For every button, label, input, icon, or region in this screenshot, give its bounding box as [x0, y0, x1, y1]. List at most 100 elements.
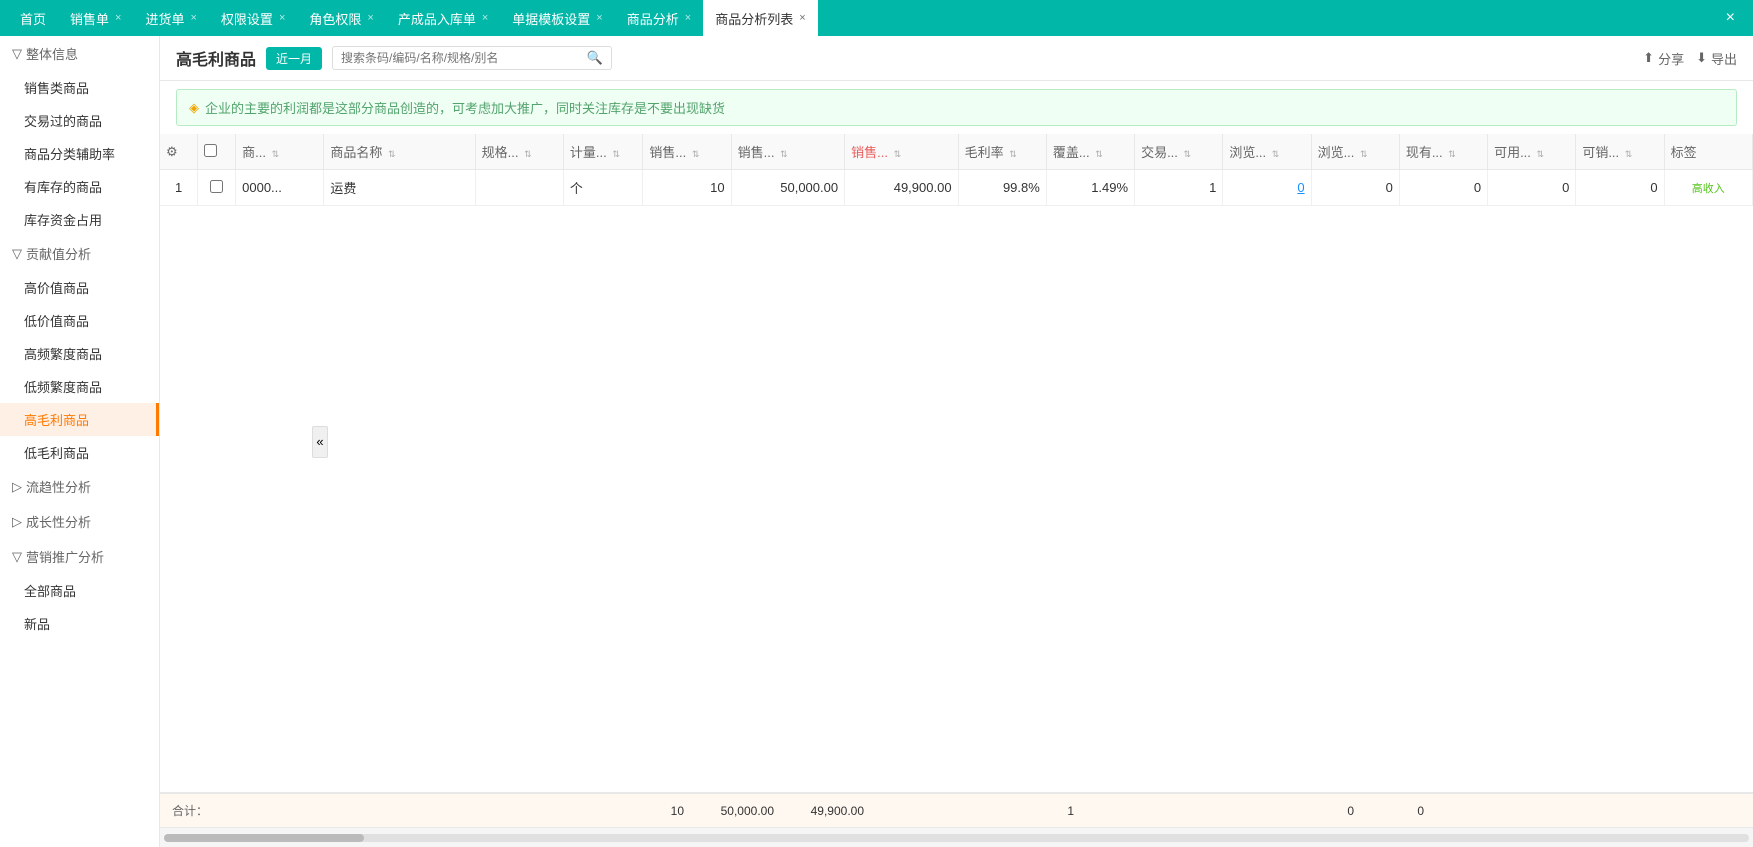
footer-spacer4 [560, 804, 620, 818]
sort-coverage-icon: ⇅ [1095, 149, 1103, 159]
table-container: ⚙ 商... ⇅ 商品名称 ⇅ 规格... [160, 134, 1753, 847]
nav-product-analysis-list[interactable]: 商品分析列表 × [703, 0, 817, 36]
sidebar-item-sales-products[interactable]: 销售类商品 [0, 71, 159, 104]
row-transaction: 1 [1135, 170, 1223, 206]
close-sales-order[interactable]: × [115, 12, 121, 24]
row-select-checkbox[interactable] [210, 180, 223, 193]
nav-role-permission[interactable]: 角色权限 × [297, 0, 385, 36]
share-icon: ⬆ [1643, 50, 1654, 66]
col-code[interactable]: 商... ⇅ [236, 134, 324, 170]
nav-sales-order[interactable]: 销售单 × [58, 0, 133, 36]
sidebar-collapse-button[interactable]: « [312, 426, 328, 458]
sidebar-item-all-products[interactable]: 全部商品 [0, 574, 159, 607]
page-title: 高毛利商品 [176, 46, 256, 70]
col-saleable[interactable]: 可销... ⇅ [1576, 134, 1664, 170]
col-sales-cost[interactable]: 销售... ⇅ [845, 134, 958, 170]
close-product-analysis[interactable]: × [685, 12, 691, 24]
nav-purchase-order[interactable]: 进货单 × [133, 0, 208, 36]
scrollbar-thumb[interactable] [164, 834, 364, 842]
search-icon[interactable]: 🔍 [587, 50, 603, 66]
sort-name-icon: ⇅ [388, 149, 396, 159]
sidebar-group-overall-info[interactable]: ▽ 整体信息 [0, 36, 159, 71]
sidebar-item-low-value[interactable]: 低价值商品 [0, 304, 159, 337]
top-navigation: 首页 销售单 × 进货单 × 权限设置 × 角色权限 × 产成品入库单 × 单据… [0, 0, 1753, 36]
sidebar-item-traded-products[interactable]: 交易过的商品 [0, 104, 159, 137]
search-box: 🔍 [332, 46, 612, 70]
nav-product-entry[interactable]: 产成品入库单 × [386, 0, 500, 36]
col-unit[interactable]: 计量... ⇅ [563, 134, 642, 170]
col-available[interactable]: 可用... ⇅ [1488, 134, 1576, 170]
arrow-trend-analysis: ▷ [12, 479, 22, 495]
sidebar-item-product-assist-rate[interactable]: 商品分类辅助率 [0, 137, 159, 170]
sort-sales-qty-icon: ⇅ [692, 149, 700, 159]
sidebar-item-stocked-products[interactable]: 有库存的商品 [0, 170, 159, 203]
col-settings[interactable]: ⚙ [160, 134, 198, 170]
horizontal-scrollbar[interactable] [160, 827, 1753, 847]
select-all-checkbox[interactable] [204, 144, 217, 157]
sort-spec-icon: ⇅ [524, 149, 532, 159]
nav-home[interactable]: 首页 [8, 0, 58, 36]
footer-spacer1 [280, 804, 380, 818]
sidebar-item-high-freq[interactable]: 高频繁度商品 [0, 337, 159, 370]
sort-browse2-icon: ⇅ [1360, 149, 1368, 159]
close-product-analysis-list[interactable]: × [799, 12, 805, 24]
col-browse2[interactable]: 浏览... ⇅ [1311, 134, 1399, 170]
sidebar-item-low-margin[interactable]: 低毛利商品 [0, 436, 159, 469]
nav-right: × [1716, 9, 1745, 27]
sidebar-item-new-products[interactable]: 新品 [0, 607, 159, 640]
row-sales-cost: 49,900.00 [845, 170, 958, 206]
sidebar-group-marketing-analysis[interactable]: ▽ 营销推广分析 [0, 539, 159, 574]
col-name[interactable]: 商品名称 ⇅ [324, 134, 475, 170]
col-current-stock[interactable]: 现有... ⇅ [1399, 134, 1487, 170]
search-input[interactable] [341, 51, 587, 65]
scrollbar-track[interactable] [164, 834, 1749, 842]
col-spec[interactable]: 规格... ⇅ [475, 134, 563, 170]
sort-sales-amount-icon: ⇅ [780, 149, 788, 159]
info-banner: ◈ 企业的主要的利润都是这部分商品创造的，可考虑加大推广，同时关注库存是不要出现… [176, 89, 1737, 126]
sidebar-item-high-value[interactable]: 高价值商品 [0, 271, 159, 304]
row-code: 0000... [236, 170, 324, 206]
sidebar-item-low-freq[interactable]: 低频繁度商品 [0, 370, 159, 403]
col-margin-rate[interactable]: 毛利率 ⇅ [958, 134, 1046, 170]
sidebar-group-wealth-analysis[interactable]: ▽ 贡献值分析 [0, 236, 159, 271]
sidebar-group-trend-analysis[interactable]: ▷ 流趋性分析 [0, 469, 159, 504]
col-sales-qty[interactable]: 销售... ⇅ [643, 134, 731, 170]
footer-spacer3 [500, 804, 560, 818]
close-purchase-order[interactable]: × [190, 12, 196, 24]
row-checkbox[interactable] [198, 170, 236, 206]
content-area: « 高毛利商品 近一月 🔍 ⬆ 分享 ⬇ 导出 ◈ [160, 36, 1753, 847]
col-checkbox[interactable] [198, 134, 236, 170]
content-header: 高毛利商品 近一月 🔍 ⬆ 分享 ⬇ 导出 [160, 36, 1753, 81]
sidebar-item-stock-capital[interactable]: 库存资金占用 [0, 203, 159, 236]
row-coverage: 1.49% [1046, 170, 1134, 206]
date-filter-button[interactable]: 近一月 [266, 47, 322, 70]
col-coverage[interactable]: 覆盖... ⇅ [1046, 134, 1134, 170]
row-name: 运费 [324, 170, 475, 206]
nav-permission-settings[interactable]: 权限设置 × [209, 0, 297, 36]
close-order-template[interactable]: × [596, 12, 602, 24]
nav-product-analysis[interactable]: 商品分析 × [615, 0, 703, 36]
close-role-permission[interactable]: × [367, 12, 373, 24]
row-unit: 个 [563, 170, 642, 206]
sort-unit-icon: ⇅ [612, 149, 620, 159]
sidebar-item-high-margin[interactable]: 高毛利商品 [0, 403, 159, 436]
share-button[interactable]: ⬆ 分享 [1643, 49, 1684, 68]
footer-sales-qty: 10 [620, 804, 690, 818]
footer-cells: 10 50,000.00 49,900.00 1 0 0 [280, 804, 1753, 818]
col-transaction[interactable]: 交易... ⇅ [1135, 134, 1223, 170]
close-permission-settings[interactable]: × [279, 12, 285, 24]
col-browse1[interactable]: 浏览... ⇅ [1223, 134, 1311, 170]
footer-totals: 合计： 10 50,000.00 49,900.00 1 0 0 [160, 792, 1753, 827]
export-button[interactable]: ⬇ 导出 [1696, 49, 1737, 68]
sort-sales-cost-icon: ⇅ [894, 149, 902, 159]
col-sales-amount[interactable]: 销售... ⇅ [731, 134, 844, 170]
row-saleable: 0 [1576, 170, 1664, 206]
nav-order-template[interactable]: 单据模板设置 × [500, 0, 614, 36]
row-spec [475, 170, 563, 206]
col-tag[interactable]: 标签 [1664, 134, 1752, 170]
sidebar-group-growth-analysis[interactable]: ▷ 成长性分析 [0, 504, 159, 539]
close-product-entry[interactable]: × [482, 12, 488, 24]
close-all-button[interactable]: × [1716, 9, 1745, 27]
row-sales-amount: 50,000.00 [731, 170, 844, 206]
row-browse1[interactable]: 0 [1223, 170, 1311, 206]
